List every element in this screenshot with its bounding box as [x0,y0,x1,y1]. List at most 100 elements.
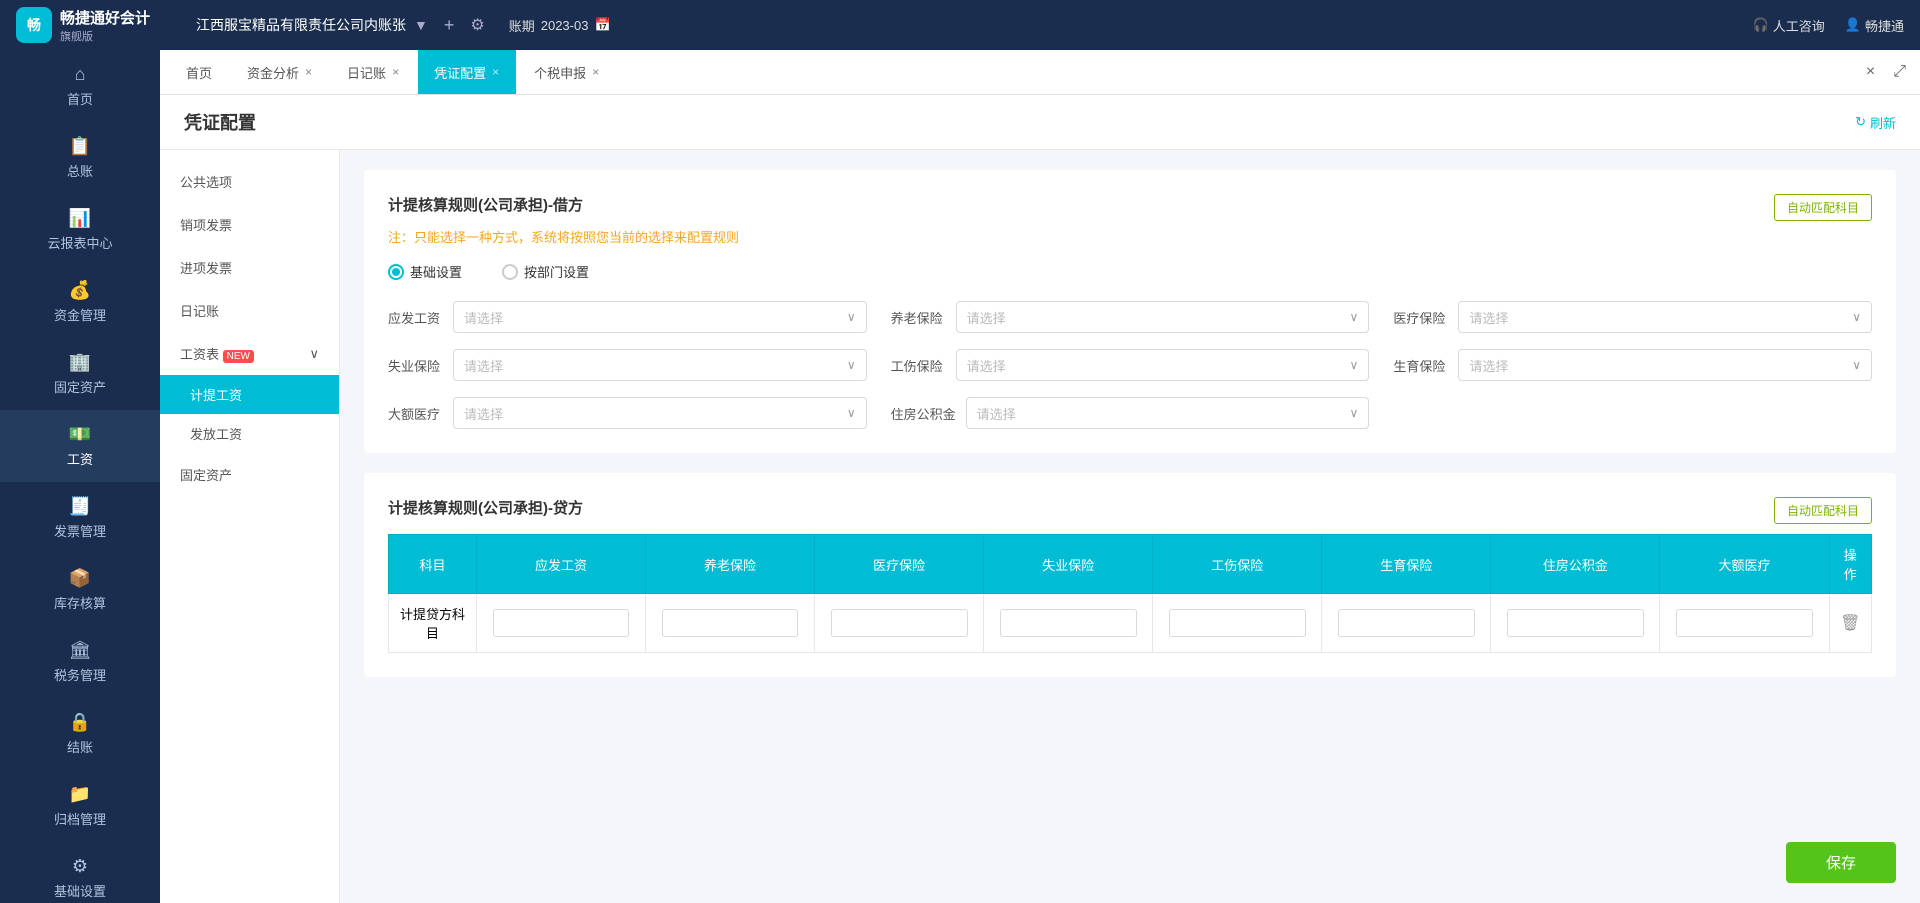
sub-item-pay-salary[interactable]: 发放工资 [160,414,339,453]
sidebar-label-settings: 基础设置 [54,881,106,900]
select-unemployment-placeholder: 请选择 [464,356,503,375]
input-medical[interactable] [831,609,968,637]
cell-medical [815,594,984,653]
sidebar-label-salary: 工资 [67,449,93,468]
cell-gross [476,594,645,653]
sub-item-calc-salary[interactable]: 计提工资 [160,375,339,414]
section-debit-title: 计提核算规则(公司承担)-借方 [388,194,1872,215]
select-pension-placeholder: 请选择 [967,308,1006,327]
delete-row-button[interactable]: 🗑 [1840,615,1860,632]
select-large-medical-placeholder: 请选择 [464,404,503,423]
tab-tax-close[interactable]: × [592,65,599,79]
sidebar-item-ledger[interactable]: 📋 总账 [0,122,160,194]
form-item-large-medical: 大额医疗 请选择 ∨ [388,397,867,429]
chevron-down-maternity: ∨ [1852,358,1861,372]
new-badge: NEW [223,350,254,363]
header-actions: 🎧 人工咨询 👤 畅捷通 [1753,16,1904,35]
select-medical[interactable]: 请选择 ∨ [1458,301,1872,333]
th-action: 操作 [1829,535,1871,594]
calendar-icon[interactable]: 📅 [594,17,610,33]
select-maternity[interactable]: 请选择 ∨ [1458,349,1872,381]
th-gross: 应发工资 [476,535,645,594]
label-maternity: 生育保险 [1393,356,1448,375]
radio-group: 基础设置 按部门设置 [388,262,1872,281]
company-name: 江西服宝精品有限责任公司内账张 [196,15,406,35]
input-workinjury[interactable] [1169,609,1306,637]
input-unemployment[interactable] [1000,609,1137,637]
sidebar-label-invoice: 发票管理 [54,521,106,540]
company-dropdown-icon[interactable]: ▼ [414,17,428,33]
sub-item-sales[interactable]: 销项发票 [160,203,339,246]
sidebar-item-inventory[interactable]: 📦 库存核算 [0,554,160,626]
input-gross[interactable] [493,609,630,637]
auto-match-debit-button[interactable]: 自动匹配科目 [1774,194,1872,221]
sidebar-item-settings[interactable]: ⚙ 基础设置 [0,842,160,903]
input-large-medical[interactable] [1676,609,1813,637]
select-large-medical[interactable]: 请选择 ∨ [453,397,867,429]
input-pension[interactable] [662,609,799,637]
main-panel: 计提核算规则(公司承担)-借方 注：只能选择一种方式，系统将按照您当前的选择来配… [340,150,1920,903]
sidebar-label-reports: 云报表中心 [47,233,112,252]
tab-voucher[interactable]: 凭证配置 × [418,50,516,94]
select-unemployment[interactable]: 请选择 ∨ [453,349,867,381]
select-pension[interactable]: 请选择 ∨ [956,301,1370,333]
sidebar-item-tax[interactable]: 🏛 税务管理 [0,626,160,698]
sub-item-fixed-assets[interactable]: 固定资产 [160,453,339,496]
sidebar-item-assets[interactable]: 🏢 固定资产 [0,338,160,410]
content-area: 首页 资金分析 × 日记账 × 凭证配置 × 个税申报 × × ⤢ [160,50,1920,903]
select-workinjury[interactable]: 请选择 ∨ [956,349,1370,381]
sidebar-item-checkout[interactable]: 🔒 结账 [0,698,160,770]
select-gross-salary[interactable]: 请选择 ∨ [453,301,867,333]
save-bar: 保存 [1786,842,1896,883]
form-row-3: 大额医疗 请选择 ∨ 住房公积金 请选择 ∨ [388,397,1872,429]
label-medical: 医疗保险 [1393,308,1448,327]
sub-item-diary[interactable]: 日记账 [160,289,339,332]
sidebar-item-capital[interactable]: 💰 资金管理 [0,266,160,338]
bottom-spacer [364,697,1896,757]
sub-item-salary-table[interactable]: 工资表 NEW ∨ [160,332,339,375]
tab-diary-close[interactable]: × [392,65,399,79]
user-menu[interactable]: 👤 畅捷通 [1845,16,1904,35]
notice-text: 注：只能选择一种方式，系统将按照您当前的选择来配置规则 [388,227,1872,246]
add-account-button[interactable]: + [444,15,455,36]
sub-item-public[interactable]: 公共选项 [160,160,339,203]
input-housing[interactable] [1507,609,1644,637]
form-item-unemployment: 失业保险 请选择 ∨ [388,349,867,381]
select-housing-fund[interactable]: 请选择 ∨ [966,397,1370,429]
sidebar-item-archive[interactable]: 📁 归档管理 [0,770,160,842]
radio-basic-label: 基础设置 [410,262,462,281]
chevron-down-large-medical: ∨ [847,406,856,420]
select-medical-placeholder: 请选择 [1469,308,1508,327]
th-maternity: 生育保险 [1322,535,1491,594]
consultant-button[interactable]: 🎧 人工咨询 [1753,16,1825,35]
refresh-button[interactable]: ↻ 刷新 [1855,113,1896,132]
home-icon: ⌂ [75,64,86,85]
close-tab-button[interactable]: × [1862,59,1879,85]
radio-dept[interactable]: 按部门设置 [502,262,589,281]
sidebar-label-home: 首页 [67,89,93,108]
radio-basic[interactable]: 基础设置 [388,262,462,281]
assets-icon: 🏢 [69,352,91,373]
label-housing-fund: 住房公积金 [891,404,956,423]
tab-home[interactable]: 首页 [170,50,229,94]
sub-item-purchase[interactable]: 进项发票 [160,246,339,289]
tab-capital[interactable]: 资金分析 × [231,50,329,94]
settings-icon[interactable]: ⚙ [470,15,484,35]
sidebar-item-salary[interactable]: 💵 工资 [0,410,160,482]
tab-voucher-close[interactable]: × [492,65,499,79]
sidebar-item-invoice[interactable]: 🧾 发票管理 [0,482,160,554]
sidebar-item-home[interactable]: ⌂ 首页 [0,50,160,122]
chevron-down-pension: ∨ [1350,310,1359,324]
tab-capital-close[interactable]: × [305,65,312,79]
chevron-down-unemployment: ∨ [847,358,856,372]
tab-tax[interactable]: 个税申报 × [518,50,616,94]
sidebar-item-reports[interactable]: 📊 云报表中心 [0,194,160,266]
auto-match-credit-button[interactable]: 自动匹配科目 [1774,497,1872,524]
save-button[interactable]: 保存 [1786,842,1896,883]
tab-tax-label: 个税申报 [534,63,586,82]
tab-diary[interactable]: 日记账 × [331,50,416,94]
expand-button[interactable]: ⤢ [1889,59,1910,85]
top-header: 畅 畅捷通好会计 旗舰版 江西服宝精品有限责任公司内账张 ▼ + ⚙ 账期 20… [0,0,1920,50]
input-maternity[interactable] [1338,609,1475,637]
cell-housing [1491,594,1660,653]
